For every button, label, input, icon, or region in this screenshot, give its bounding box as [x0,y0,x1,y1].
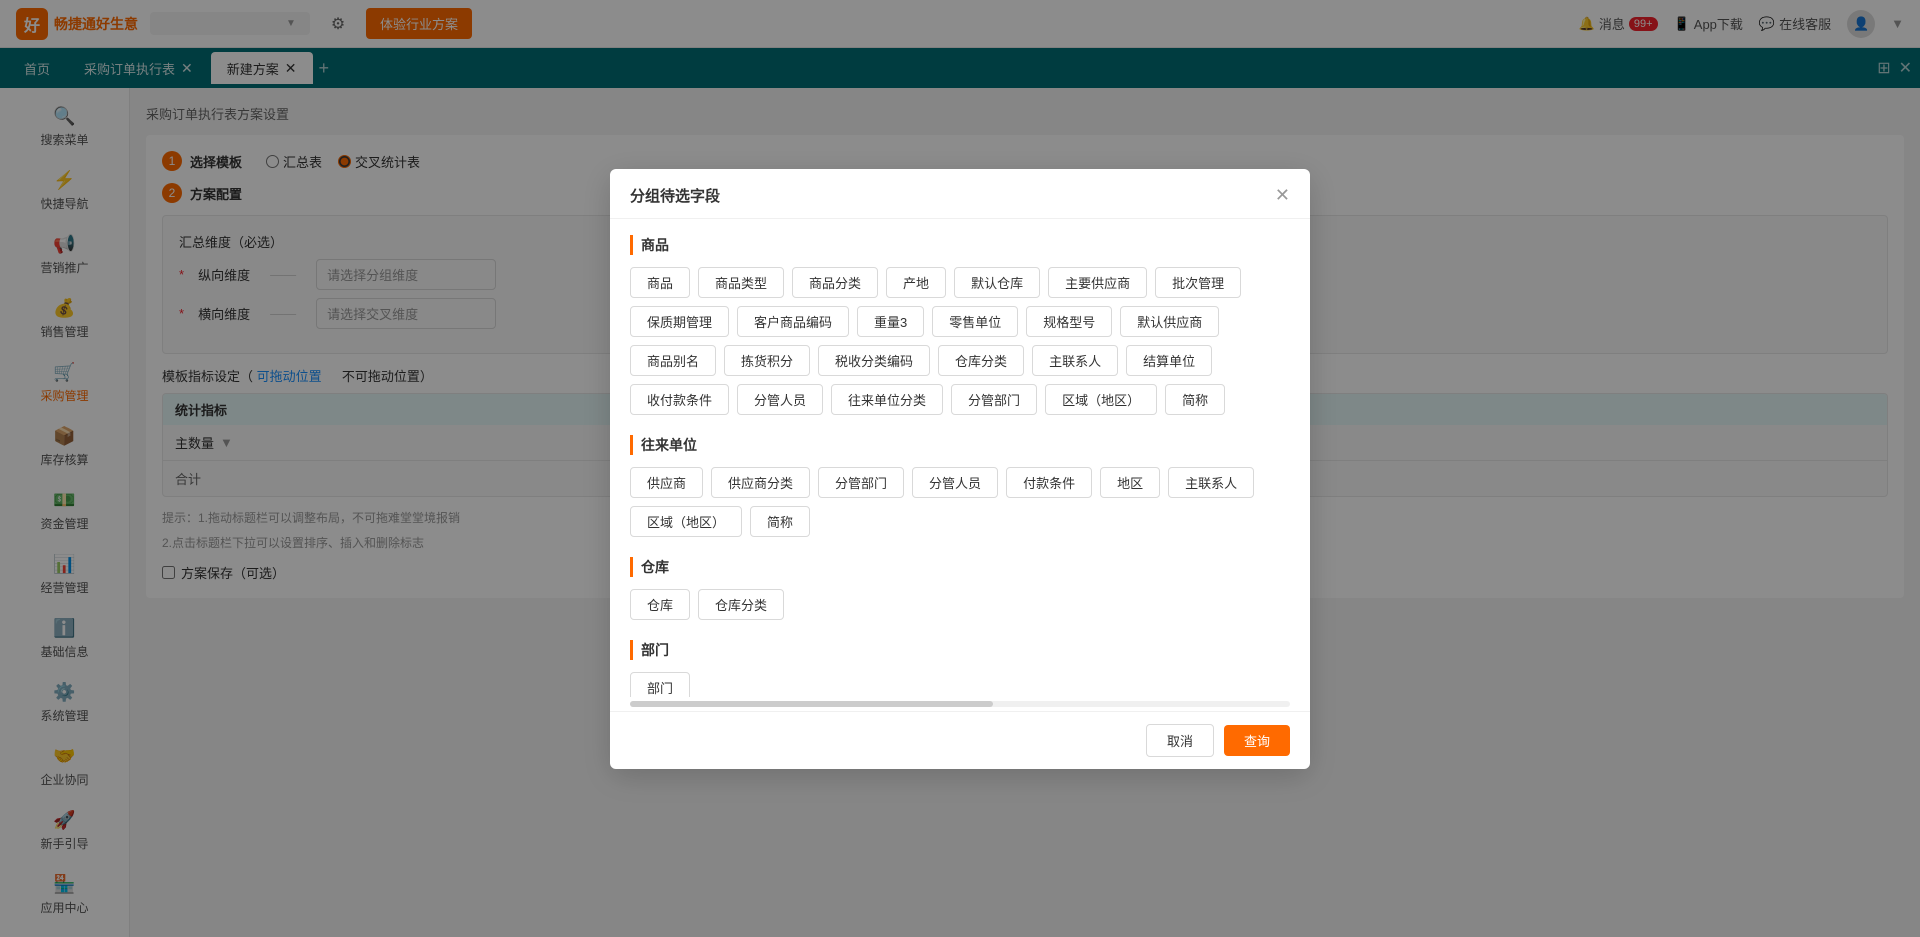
section-counterpart-chips: 供应商 供应商分类 分管部门 分管人员 付款条件 地区 主联系人 区域（地区） … [630,467,1290,537]
chip-managed-dept[interactable]: 分管部门 [818,467,904,498]
section-counterpart: 往来单位 供应商 供应商分类 分管部门 分管人员 付款条件 地区 主联系人 区域… [630,435,1290,537]
modal-header: 分组待选字段 ✕ [610,169,1310,219]
chip-batch-mgmt[interactable]: 批次管理 [1155,267,1241,298]
chip-person-in-charge[interactable]: 分管人员 [737,384,823,415]
chip-payment-terms[interactable]: 收付款条件 [630,384,729,415]
section-warehouse: 仓库 仓库 仓库分类 [630,557,1290,620]
modal-overlay: 分组待选字段 ✕ 商品 商品 商品类型 商品分类 产地 默认仓库 主要供应商 批… [0,0,1920,937]
chip-warehouse-cat[interactable]: 仓库分类 [698,589,784,620]
modal-close-button[interactable]: ✕ [1275,185,1290,206]
chip-tax-code[interactable]: 税收分类编码 [818,345,930,376]
chip-customer-code[interactable]: 客户商品编码 [737,306,849,337]
section-warehouse-title: 仓库 [630,557,1290,577]
section-dept: 部门 部门 [630,640,1290,697]
chip-region-product[interactable]: 区域（地区） [1045,384,1157,415]
chip-payment-condition[interactable]: 付款条件 [1006,467,1092,498]
modal-hscroll-track [630,701,1290,707]
chip-shelf-life[interactable]: 保质期管理 [630,306,729,337]
chip-warehouse[interactable]: 仓库 [630,589,690,620]
modal-body: 商品 商品 商品类型 商品分类 产地 默认仓库 主要供应商 批次管理 保质期管理… [610,219,1310,697]
section-dept-chips: 部门 [630,672,1290,697]
section-product: 商品 商品 商品类型 商品分类 产地 默认仓库 主要供应商 批次管理 保质期管理… [630,235,1290,415]
chip-default-warehouse[interactable]: 默认仓库 [954,267,1040,298]
chip-product-type[interactable]: 商品类型 [698,267,784,298]
chip-region[interactable]: 地区 [1100,467,1160,498]
chip-pick-points[interactable]: 拣货积分 [724,345,810,376]
section-warehouse-chips: 仓库 仓库分类 [630,589,1290,620]
section-dept-title: 部门 [630,640,1290,660]
chip-region-cp[interactable]: 区域（地区） [630,506,742,537]
modal-dialog: 分组待选字段 ✕ 商品 商品 商品类型 商品分类 产地 默认仓库 主要供应商 批… [610,169,1310,769]
chip-supplier[interactable]: 供应商 [630,467,703,498]
modal-title: 分组待选字段 [630,185,720,206]
chip-main-contact[interactable]: 主联系人 [1032,345,1118,376]
chip-main-supplier[interactable]: 主要供应商 [1048,267,1147,298]
chip-abbr-cp[interactable]: 简称 [750,506,810,537]
chip-counterpart-category[interactable]: 往来单位分类 [831,384,943,415]
chip-dept-managed[interactable]: 分管部门 [951,384,1037,415]
chip-supplier-category[interactable]: 供应商分类 [711,467,810,498]
chip-spec-model[interactable]: 规格型号 [1026,306,1112,337]
modal-hscroll-thumb[interactable] [630,701,993,707]
section-product-chips: 商品 商品类型 商品分类 产地 默认仓库 主要供应商 批次管理 保质期管理 客户… [630,267,1290,415]
chip-settlement-unit[interactable]: 结算单位 [1126,345,1212,376]
chip-retail-unit[interactable]: 零售单位 [932,306,1018,337]
chip-main-contact-cp[interactable]: 主联系人 [1168,467,1254,498]
chip-managed-person[interactable]: 分管人员 [912,467,998,498]
chip-dept[interactable]: 部门 [630,672,690,697]
chip-origin[interactable]: 产地 [886,267,946,298]
chip-abbr-product[interactable]: 简称 [1165,384,1225,415]
chip-warehouse-category[interactable]: 仓库分类 [938,345,1024,376]
chip-product-alias[interactable]: 商品别名 [630,345,716,376]
confirm-button[interactable]: 查询 [1224,725,1290,756]
chip-default-supplier[interactable]: 默认供应商 [1120,306,1219,337]
section-counterpart-title: 往来单位 [630,435,1290,455]
cancel-button[interactable]: 取消 [1146,724,1214,757]
chip-product-category[interactable]: 商品分类 [792,267,878,298]
modal-footer: 取消 查询 [610,711,1310,769]
chip-weight[interactable]: 重量3 [857,306,924,337]
modal-hscroll-area [610,697,1310,711]
chip-product[interactable]: 商品 [630,267,690,298]
section-product-title: 商品 [630,235,1290,255]
